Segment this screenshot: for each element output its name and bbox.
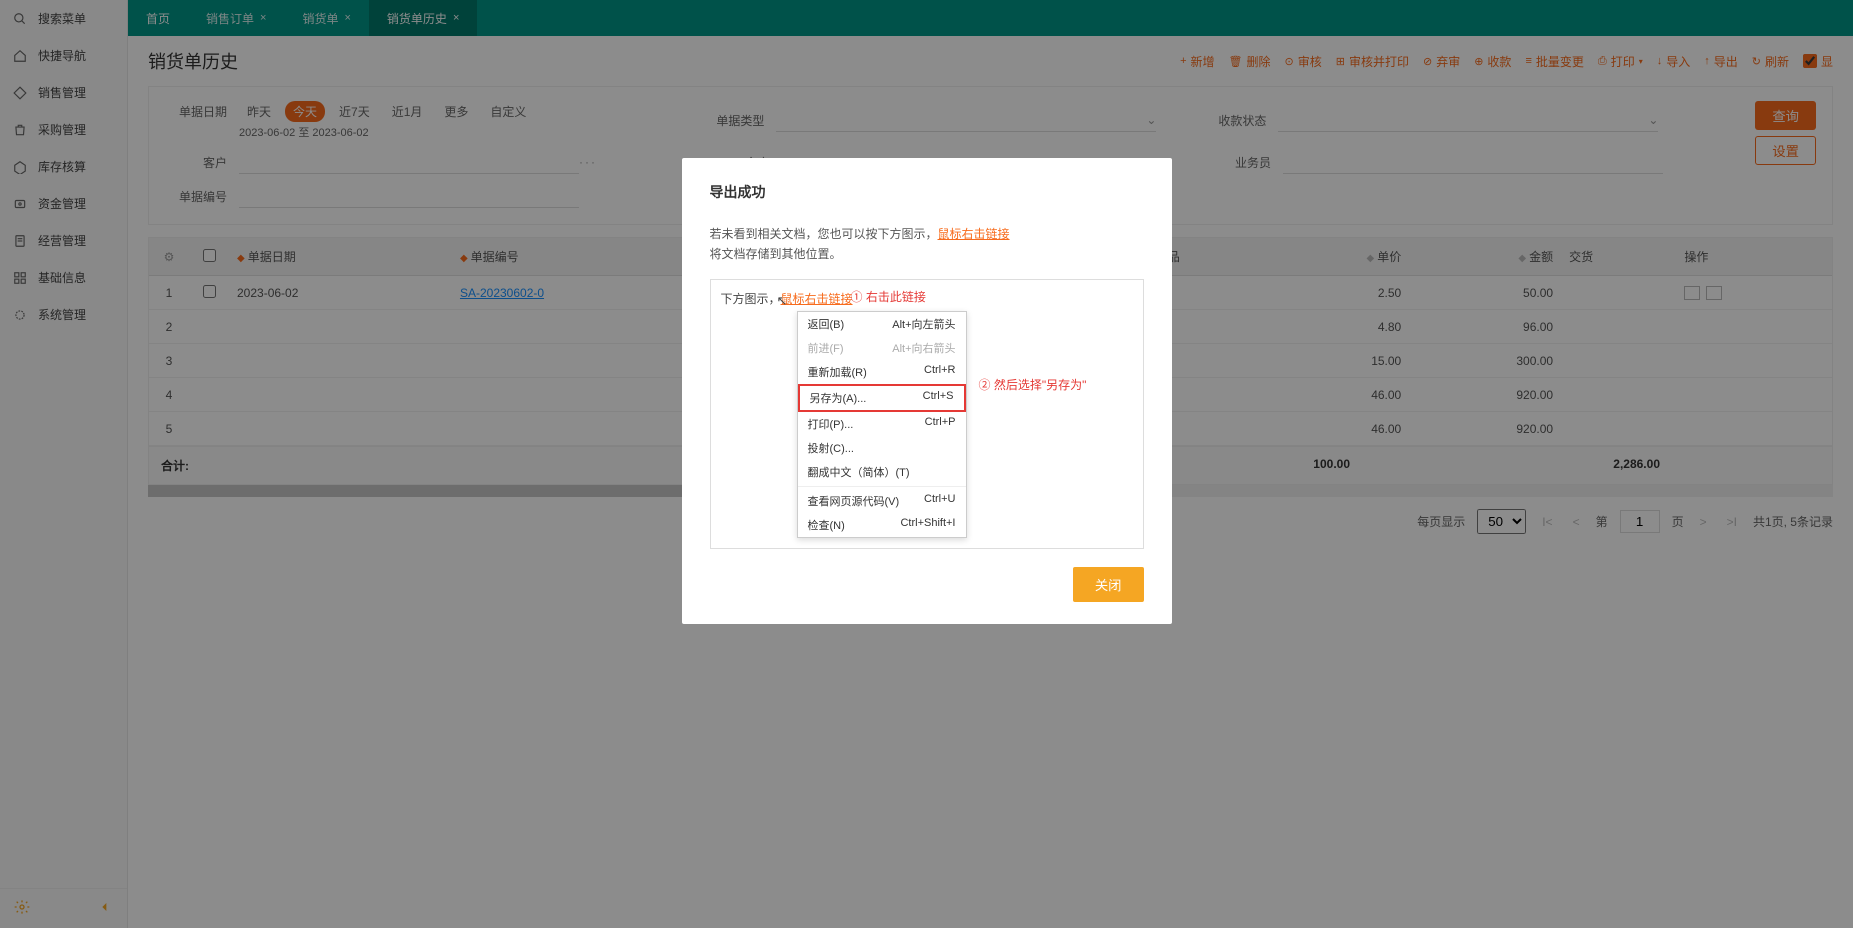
- modal-title: 导出成功: [710, 182, 1144, 202]
- annotation-2: ② 然后选择"另存为": [979, 376, 1087, 393]
- context-menu-item: 另存为(A)...Ctrl+S: [798, 384, 966, 412]
- context-menu-item: 投射(C)...: [798, 436, 966, 460]
- context-menu-item: 检查(N)Ctrl+Shift+I: [798, 513, 966, 537]
- context-menu: 返回(B)Alt+向左箭头前进(F)Alt+向右箭头重新加载(R)Ctrl+R另…: [797, 311, 967, 538]
- modal-text: 若未看到相关文档，您也可以按下方图示，鼠标右击链接 将文档存储到其他位置。: [710, 224, 1144, 265]
- context-menu-item: 重新加载(R)Ctrl+R: [798, 360, 966, 384]
- context-menu-item: 返回(B)Alt+向左箭头: [798, 312, 966, 336]
- modal-close-button[interactable]: 关闭: [1073, 567, 1144, 602]
- modal-illustration: 下方图示，鼠标右击链接 ↖ ① 右击此链接 返回(B)Alt+向左箭头前进(F)…: [710, 279, 1144, 549]
- inner-link: 鼠标右击链接: [781, 292, 853, 306]
- context-menu-item: 前进(F)Alt+向右箭头: [798, 336, 966, 360]
- context-menu-item: 打印(P)...Ctrl+P: [798, 412, 966, 436]
- context-menu-item: 翻成中文（简体）(T): [798, 460, 966, 484]
- cursor-icon: ↖: [777, 293, 788, 309]
- context-menu-item: 查看网页源代码(V)Ctrl+U: [798, 489, 966, 513]
- modal-overlay[interactable]: 导出成功 若未看到相关文档，您也可以按下方图示，鼠标右击链接 将文档存储到其他位…: [0, 0, 1853, 928]
- annotation-1: ① 右击此链接: [851, 288, 926, 305]
- modal-link[interactable]: 鼠标右击链接: [938, 227, 1010, 241]
- export-success-modal: 导出成功 若未看到相关文档，您也可以按下方图示，鼠标右击链接 将文档存储到其他位…: [682, 158, 1172, 624]
